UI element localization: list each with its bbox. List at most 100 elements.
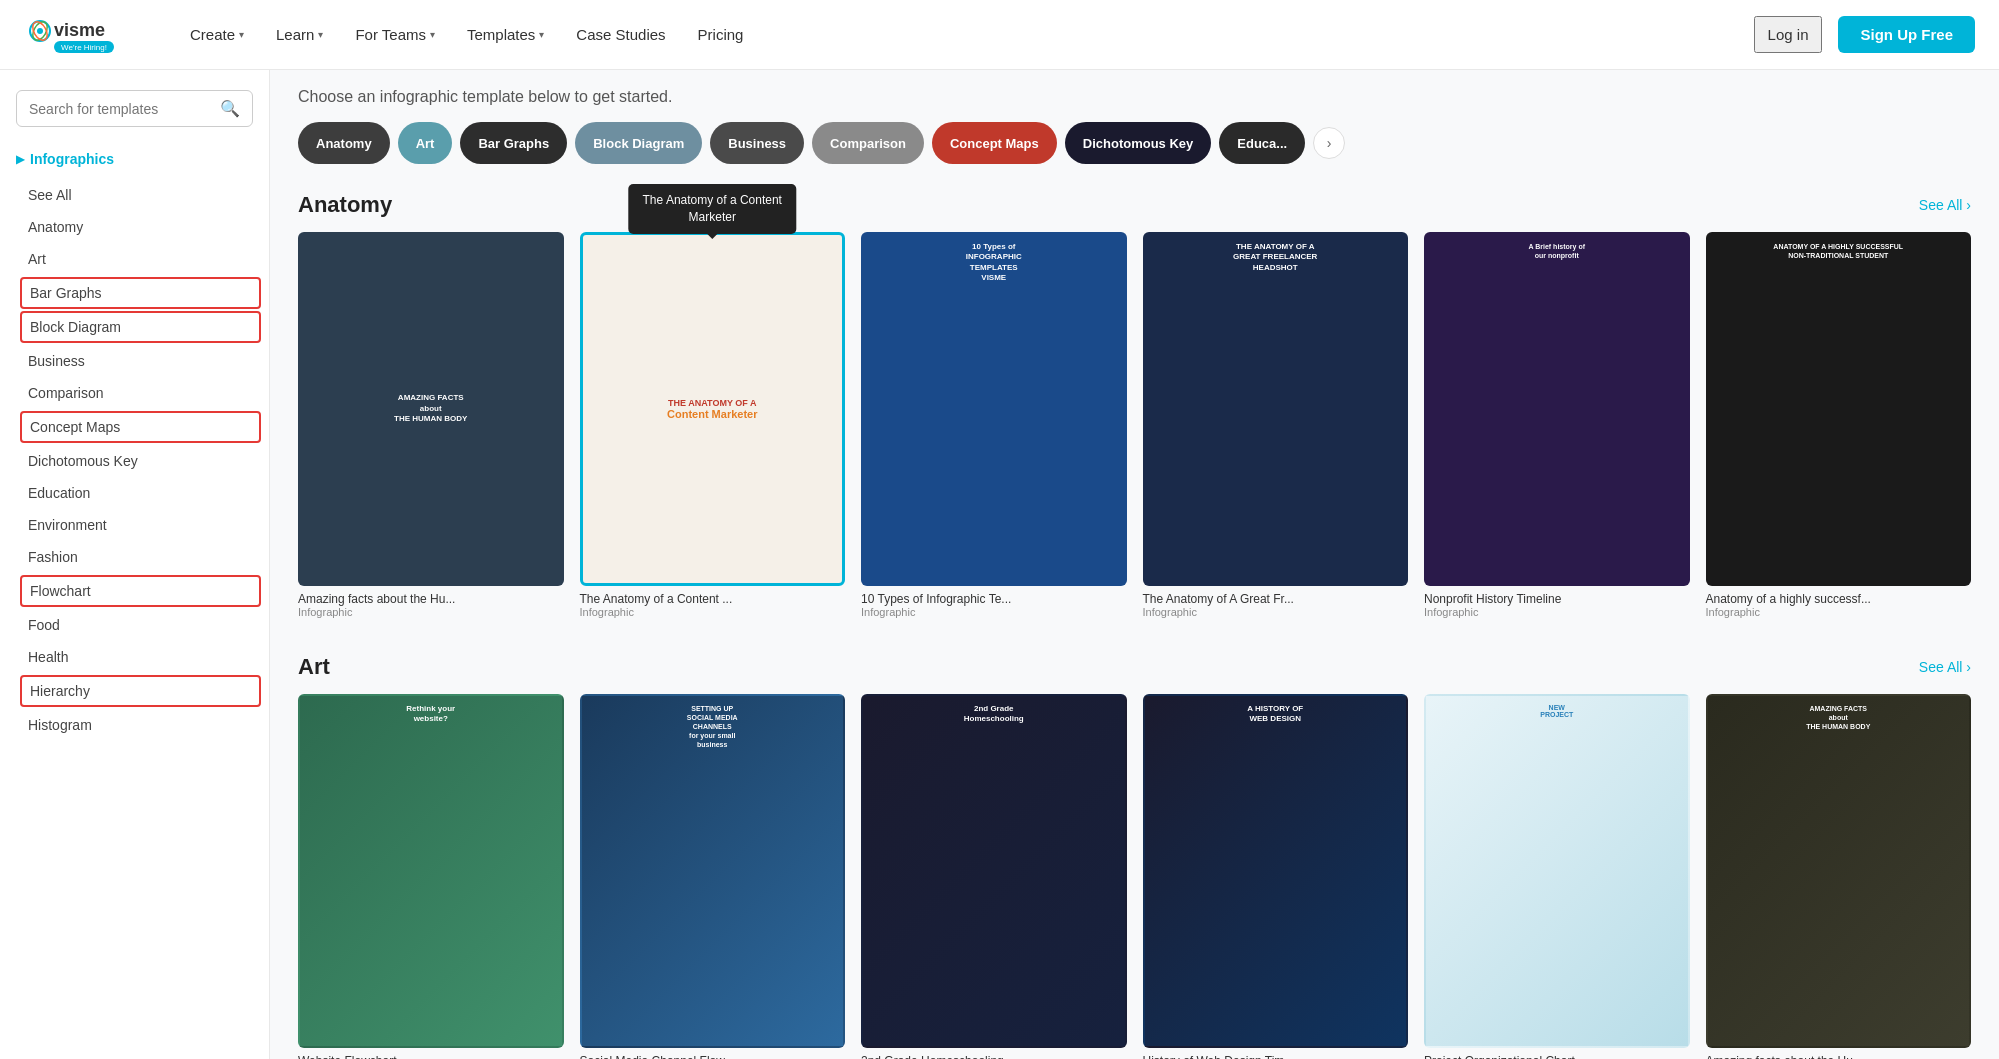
- sidebar-item-see-all[interactable]: See All: [0, 179, 269, 211]
- template-title-website-flowchart: Website Flowchart: [298, 1054, 564, 1059]
- template-title-web-design: History of Web Design Tim...: [1143, 1054, 1409, 1059]
- pill-anatomy[interactable]: Anatomy: [298, 122, 390, 164]
- login-button[interactable]: Log in: [1754, 16, 1823, 53]
- template-title-amazing-facts: Amazing facts about the Hu...: [1706, 1054, 1972, 1059]
- template-card-amazing-facts[interactable]: AMAZING FACTSaboutTHE HUMAN BODY Amazing…: [1706, 694, 1972, 1059]
- template-card-content-marketer[interactable]: The Anatomy of a ContentMarketer THE ANA…: [580, 232, 846, 618]
- anatomy-section-title: Anatomy: [298, 192, 392, 218]
- category-pills-row: Anatomy Art Bar Graphs Block Diagram Bus…: [298, 122, 1971, 168]
- art-section-title: Art: [298, 654, 330, 680]
- page-layout: 🔍 ▶ Infographics See All Anatomy Art Bar…: [0, 70, 1999, 1059]
- template-card-web-design[interactable]: A HISTORY OFWEB DESIGN History of Web De…: [1143, 694, 1409, 1059]
- template-card-nonprofit[interactable]: A Brief history ofour nonprofit Nonprofi…: [1424, 232, 1690, 618]
- sidebar-item-concept-maps[interactable]: Concept Maps: [20, 411, 261, 443]
- template-type-nonprofit: Infographic: [1424, 606, 1690, 618]
- sidebar-item-bar-graphs[interactable]: Bar Graphs: [20, 277, 261, 309]
- nav-templates[interactable]: Templates ▾: [453, 18, 558, 51]
- template-card-website-flowchart[interactable]: Rethink yourwebsite? Website Flowchart I…: [298, 694, 564, 1059]
- template-card-10-types[interactable]: 10 Types ofINFOGRAPHICTEMPLATESVISME 10 …: [861, 232, 1127, 618]
- pill-dichotomous-key[interactable]: Dichotomous Key: [1065, 122, 1212, 164]
- template-thumb-student: ANATOMY OF A HIGHLY SUCCESSFULNON-TRADIT…: [1706, 232, 1972, 586]
- sidebar-item-dichotomous-key[interactable]: Dichotomous Key: [0, 445, 269, 477]
- svg-text:visme: visme: [54, 20, 105, 40]
- anatomy-see-all[interactable]: See All ›: [1919, 197, 1971, 213]
- pill-comparison[interactable]: Comparison: [812, 122, 924, 164]
- template-thumb-content-marketer: THE ANATOMY OF AContent Marketer: [580, 232, 846, 586]
- template-thumb-website-flowchart: Rethink yourwebsite?: [298, 694, 564, 1048]
- sidebar-item-anatomy[interactable]: Anatomy: [0, 211, 269, 243]
- pill-education[interactable]: Educa...: [1219, 122, 1305, 164]
- sidebar-section-label: Infographics: [30, 151, 114, 167]
- logo[interactable]: visme We're Hiring!: [24, 15, 144, 55]
- sidebar-item-fashion[interactable]: Fashion: [0, 541, 269, 573]
- template-card-org-chart[interactable]: NEWPROJECT Project Organizational Chart …: [1424, 694, 1690, 1059]
- template-card-homeschooling[interactable]: 2nd GradeHomeschooling 2nd Grade Homesch…: [861, 694, 1127, 1059]
- nav: Create ▾ Learn ▾ For Teams ▾ Templates ▾…: [176, 18, 1754, 51]
- template-type-freelancer: Infographic: [1143, 606, 1409, 618]
- pill-concept-maps[interactable]: Concept Maps: [932, 122, 1057, 164]
- art-see-all[interactable]: See All ›: [1919, 659, 1971, 675]
- nav-pricing[interactable]: Pricing: [684, 18, 758, 51]
- nav-create[interactable]: Create ▾: [176, 18, 258, 51]
- template-thumb-nonprofit: A Brief history ofour nonprofit: [1424, 232, 1690, 586]
- pill-business[interactable]: Business: [710, 122, 804, 164]
- template-title-social-media: Social Media Channel Flow...: [580, 1054, 846, 1059]
- sidebar-item-art[interactable]: Art: [0, 243, 269, 275]
- main-content: Choose an infographic template below to …: [270, 70, 1999, 1059]
- sidebar-item-food[interactable]: Food: [0, 609, 269, 641]
- signup-button[interactable]: Sign Up Free: [1838, 16, 1975, 53]
- template-thumb-human-body: AMAZING FACTSaboutTHE HUMAN BODY: [298, 232, 564, 586]
- sidebar-item-block-diagram[interactable]: Block Diagram: [20, 311, 261, 343]
- nav-templates-chevron: ▾: [539, 29, 544, 40]
- template-type-student: Infographic: [1706, 606, 1972, 618]
- sidebar-item-histogram[interactable]: Histogram: [0, 709, 269, 741]
- sidebar-infographics-header[interactable]: ▶ Infographics: [0, 147, 269, 179]
- sidebar-item-business[interactable]: Business: [0, 345, 269, 377]
- main-intro-text: Choose an infographic template below to …: [298, 70, 1971, 122]
- pill-bar-graphs[interactable]: Bar Graphs: [460, 122, 567, 164]
- nav-for-teams[interactable]: For Teams ▾: [341, 18, 449, 51]
- template-card-human-body[interactable]: AMAZING FACTSaboutTHE HUMAN BODY Amazing…: [298, 232, 564, 618]
- nav-learn-chevron: ▾: [318, 29, 323, 40]
- sidebar-item-hierarchy[interactable]: Hierarchy: [20, 675, 261, 707]
- template-thumb-org-chart: NEWPROJECT: [1424, 694, 1690, 1048]
- sidebar-item-flowchart[interactable]: Flowchart: [20, 575, 261, 607]
- pills-next-button[interactable]: ›: [1313, 127, 1345, 159]
- template-title-nonprofit: Nonprofit History Timeline: [1424, 592, 1690, 606]
- art-templates-grid: Rethink yourwebsite? Website Flowchart I…: [298, 694, 1971, 1059]
- sidebar-item-education[interactable]: Education: [0, 477, 269, 509]
- template-title-homeschooling: 2nd Grade Homeschooling ...: [861, 1054, 1127, 1059]
- template-thumb-freelancer: THE ANATOMY OF AGREAT FREELANCERHEADSHOT: [1143, 232, 1409, 586]
- template-thumb-social-media: SETTING UPSOCIAL MEDIACHANNELSfor your s…: [580, 694, 846, 1048]
- template-title-10-types: 10 Types of Infographic Te...: [861, 592, 1127, 606]
- nav-case-studies[interactable]: Case Studies: [562, 18, 679, 51]
- search-icon: 🔍: [220, 99, 240, 118]
- sidebar-item-health[interactable]: Health: [0, 641, 269, 673]
- logo-svg: visme We're Hiring!: [24, 15, 144, 55]
- template-type-human-body: Infographic: [298, 606, 564, 618]
- template-thumb-amazing-facts: AMAZING FACTSaboutTHE HUMAN BODY: [1706, 694, 1972, 1048]
- svg-point-3: [37, 28, 43, 34]
- template-title-human-body: Amazing facts about the Hu...: [298, 592, 564, 606]
- template-type-content-marketer: Infographic: [580, 606, 846, 618]
- art-section: Art See All › Rethink yourwebsite? Websi…: [298, 654, 1971, 1059]
- template-card-social-media[interactable]: SETTING UPSOCIAL MEDIACHANNELSfor your s…: [580, 694, 846, 1059]
- sidebar-section-chevron: ▶: [16, 153, 24, 166]
- pill-art[interactable]: Art: [398, 122, 453, 164]
- sidebar-item-comparison[interactable]: Comparison: [0, 377, 269, 409]
- sidebar-item-environment[interactable]: Environment: [0, 509, 269, 541]
- nav-create-chevron: ▾: [239, 29, 244, 40]
- search-box[interactable]: 🔍: [16, 90, 253, 127]
- anatomy-templates-grid: AMAZING FACTSaboutTHE HUMAN BODY Amazing…: [298, 232, 1971, 618]
- art-section-header: Art See All ›: [298, 654, 1971, 680]
- template-title-student: Anatomy of a highly successf...: [1706, 592, 1972, 606]
- nav-for-teams-chevron: ▾: [430, 29, 435, 40]
- nav-learn[interactable]: Learn ▾: [262, 18, 337, 51]
- template-card-freelancer[interactable]: THE ANATOMY OF AGREAT FREELANCERHEADSHOT…: [1143, 232, 1409, 618]
- template-card-student[interactable]: ANATOMY OF A HIGHLY SUCCESSFULNON-TRADIT…: [1706, 232, 1972, 618]
- template-title-org-chart: Project Organizational Chart: [1424, 1054, 1690, 1059]
- search-input[interactable]: [29, 101, 220, 117]
- template-thumb-homeschooling: 2nd GradeHomeschooling: [861, 694, 1127, 1048]
- header: visme We're Hiring! Create ▾ Learn ▾ For…: [0, 0, 1999, 70]
- pill-block-diagram[interactable]: Block Diagram: [575, 122, 702, 164]
